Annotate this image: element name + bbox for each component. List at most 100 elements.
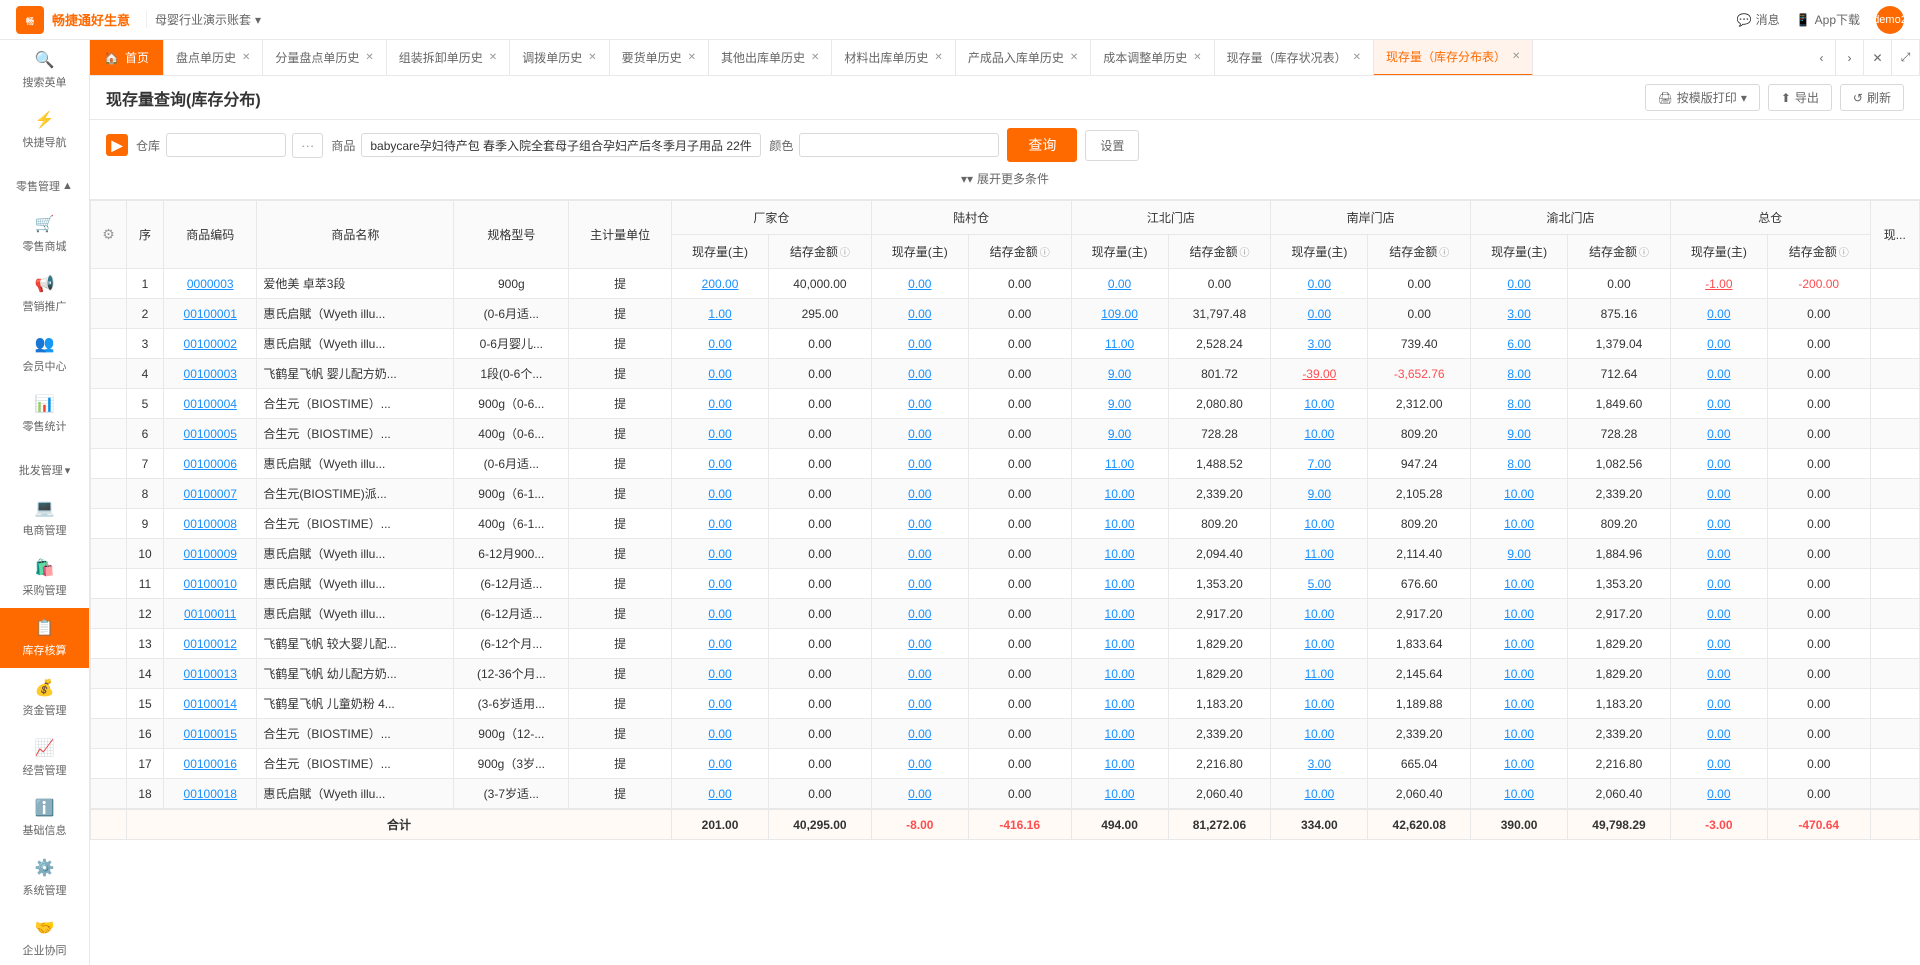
td-nanan-qty[interactable]: 10.00 xyxy=(1271,599,1368,629)
td-yubei-qty[interactable]: 10.00 xyxy=(1471,749,1568,779)
sidebar-item-retailstats[interactable]: 📊 零售统计 xyxy=(0,384,89,444)
td-jiangbei-qty[interactable]: 10.00 xyxy=(1071,599,1168,629)
td-yubei-qty[interactable]: 8.00 xyxy=(1471,449,1568,479)
warehouse-select-btn[interactable]: ··· xyxy=(292,133,323,158)
td-lucunCun-qty[interactable]: 0.00 xyxy=(871,269,968,299)
td-total-qty[interactable]: 0.00 xyxy=(1670,479,1767,509)
sidebar-item-quicknav[interactable]: ⚡ 快捷导航 xyxy=(0,100,89,160)
td-total-qty[interactable]: 0.00 xyxy=(1670,659,1767,689)
td-code[interactable]: 00100003 xyxy=(164,359,257,389)
td-jiangbei-qty[interactable]: 10.00 xyxy=(1071,479,1168,509)
td-changjiaCun-qty[interactable]: 0.00 xyxy=(672,659,769,689)
info-icon-2[interactable]: ⓘ xyxy=(1040,248,1050,259)
sidebar-item-retail[interactable]: 零售管理 ▲ xyxy=(0,168,89,204)
sidebar-item-system[interactable]: ⚙️ 系统管理 xyxy=(0,848,89,908)
td-nanan-qty[interactable]: 3.00 xyxy=(1271,329,1368,359)
sidebar-item-basic[interactable]: ℹ️ 基础信息 xyxy=(0,788,89,848)
td-jiangbei-qty[interactable]: 10.00 xyxy=(1071,569,1168,599)
td-yubei-qty[interactable]: 10.00 xyxy=(1471,689,1568,719)
td-yubei-qty[interactable]: 8.00 xyxy=(1471,389,1568,419)
td-changjiaCun-qty[interactable]: 0.00 xyxy=(672,779,769,810)
td-nanan-qty[interactable]: 10.00 xyxy=(1271,629,1368,659)
tab-close-6[interactable]: ✕ xyxy=(811,52,819,63)
td-code[interactable]: 00100006 xyxy=(164,449,257,479)
td-code[interactable]: 00100015 xyxy=(164,719,257,749)
expand-conditions-btn[interactable]: ▾▾ 展开更多条件 xyxy=(961,170,1049,187)
sidebar-item-member[interactable]: 👥 会员中心 xyxy=(0,324,89,384)
td-changjiaCun-qty[interactable]: 0.00 xyxy=(672,749,769,779)
td-code[interactable]: 00100018 xyxy=(164,779,257,810)
color-input[interactable] xyxy=(799,133,999,157)
td-code[interactable]: 00100007 xyxy=(164,479,257,509)
td-lucunCun-qty[interactable]: 0.00 xyxy=(871,359,968,389)
sidebar-item-finance[interactable]: 💰 资金管理 xyxy=(0,668,89,728)
td-nanan-qty[interactable]: 5.00 xyxy=(1271,569,1368,599)
tab-home[interactable]: 🏠 首页 xyxy=(90,40,164,76)
td-changjiaCun-qty[interactable]: 0.00 xyxy=(672,599,769,629)
td-yubei-qty[interactable]: 10.00 xyxy=(1471,509,1568,539)
tab-close-5[interactable]: ✕ xyxy=(688,52,696,63)
user-avatar[interactable]: demo2 xyxy=(1876,6,1904,34)
td-code[interactable]: 00100005 xyxy=(164,419,257,449)
td-total-qty[interactable]: 0.00 xyxy=(1670,719,1767,749)
td-nanan-qty[interactable]: 10.00 xyxy=(1271,509,1368,539)
tab-close-9[interactable]: ✕ xyxy=(1193,52,1201,63)
td-nanan-qty[interactable]: 3.00 xyxy=(1271,749,1368,779)
td-lucunCun-qty[interactable]: 0.00 xyxy=(871,659,968,689)
tab-material-out[interactable]: 材料出库单历史 ✕ xyxy=(832,40,955,76)
td-jiangbei-qty[interactable]: 11.00 xyxy=(1071,449,1168,479)
td-nanan-qty[interactable]: 10.00 xyxy=(1271,779,1368,810)
td-lucunCun-qty[interactable]: 0.00 xyxy=(871,569,968,599)
info-icon-3[interactable]: ⓘ xyxy=(1239,248,1249,259)
td-lucunCun-qty[interactable]: 0.00 xyxy=(871,779,968,810)
td-jiangbei-qty[interactable]: 0.00 xyxy=(1071,269,1168,299)
export-btn[interactable]: ⬆ 导出 xyxy=(1768,84,1832,111)
td-lucunCun-qty[interactable]: 0.00 xyxy=(871,599,968,629)
td-lucunCun-qty[interactable]: 0.00 xyxy=(871,329,968,359)
tab-close-all-btn[interactable]: ✕ xyxy=(1864,40,1892,76)
td-changjiaCun-qty[interactable]: 200.00 xyxy=(672,269,769,299)
tab-close-7[interactable]: ✕ xyxy=(934,52,942,63)
td-jiangbei-qty[interactable]: 10.00 xyxy=(1071,659,1168,689)
tab-product-in[interactable]: 产成品入库单历史 ✕ xyxy=(956,40,1091,76)
tab-stock-status[interactable]: 现存量（库存状况表） ✕ xyxy=(1215,40,1374,76)
td-nanan-qty[interactable]: 10.00 xyxy=(1271,389,1368,419)
refresh-btn[interactable]: ↺ 刷新 xyxy=(1840,84,1904,111)
td-yubei-qty[interactable]: 9.00 xyxy=(1471,419,1568,449)
tab-close-2[interactable]: ✕ xyxy=(365,52,373,63)
sidebar-item-purchase[interactable]: 🛍️ 采购管理 xyxy=(0,548,89,608)
td-code[interactable]: 00100012 xyxy=(164,629,257,659)
sidebar-item-wholesale[interactable]: 批发管理 ▾ xyxy=(0,452,89,488)
td-total-qty[interactable]: 0.00 xyxy=(1670,359,1767,389)
td-changjiaCun-qty[interactable]: 0.00 xyxy=(672,329,769,359)
td-nanan-qty[interactable]: 9.00 xyxy=(1271,479,1368,509)
td-changjiaCun-qty[interactable]: 0.00 xyxy=(672,389,769,419)
td-yubei-qty[interactable]: 10.00 xyxy=(1471,569,1568,599)
td-total-qty[interactable]: 0.00 xyxy=(1670,689,1767,719)
td-jiangbei-qty[interactable]: 10.00 xyxy=(1071,509,1168,539)
td-lucunCun-qty[interactable]: 0.00 xyxy=(871,389,968,419)
td-changjiaCun-qty[interactable]: 0.00 xyxy=(672,689,769,719)
td-lucunCun-qty[interactable]: 0.00 xyxy=(871,449,968,479)
td-yubei-qty[interactable]: 0.00 xyxy=(1471,269,1568,299)
td-yubei-qty[interactable]: 6.00 xyxy=(1471,329,1568,359)
td-jiangbei-qty[interactable]: 10.00 xyxy=(1071,779,1168,810)
td-jiangbei-qty[interactable]: 10.00 xyxy=(1071,629,1168,659)
td-jiangbei-qty[interactable]: 109.00 xyxy=(1071,299,1168,329)
td-total-qty[interactable]: 0.00 xyxy=(1670,599,1767,629)
td-lucunCun-qty[interactable]: 0.00 xyxy=(871,689,968,719)
td-code[interactable]: 00100016 xyxy=(164,749,257,779)
td-yubei-qty[interactable]: 8.00 xyxy=(1471,359,1568,389)
td-nanan-qty[interactable]: 0.00 xyxy=(1271,269,1368,299)
info-icon-5[interactable]: ⓘ xyxy=(1639,248,1649,259)
tab-fraction-check[interactable]: 分量盘点单历史 ✕ xyxy=(263,40,386,76)
td-nanan-qty[interactable]: 11.00 xyxy=(1271,659,1368,689)
tab-close-4[interactable]: ✕ xyxy=(588,52,596,63)
goods-input[interactable] xyxy=(361,133,761,157)
sidebar-item-retailshop[interactable]: 🛒 零售商城 xyxy=(0,204,89,264)
td-nanan-qty[interactable]: 7.00 xyxy=(1271,449,1368,479)
column-settings-icon[interactable]: ⚙ xyxy=(102,226,115,242)
td-total-qty[interactable]: 0.00 xyxy=(1670,509,1767,539)
td-lucunCun-qty[interactable]: 0.00 xyxy=(871,419,968,449)
td-total-qty[interactable]: 0.00 xyxy=(1670,329,1767,359)
